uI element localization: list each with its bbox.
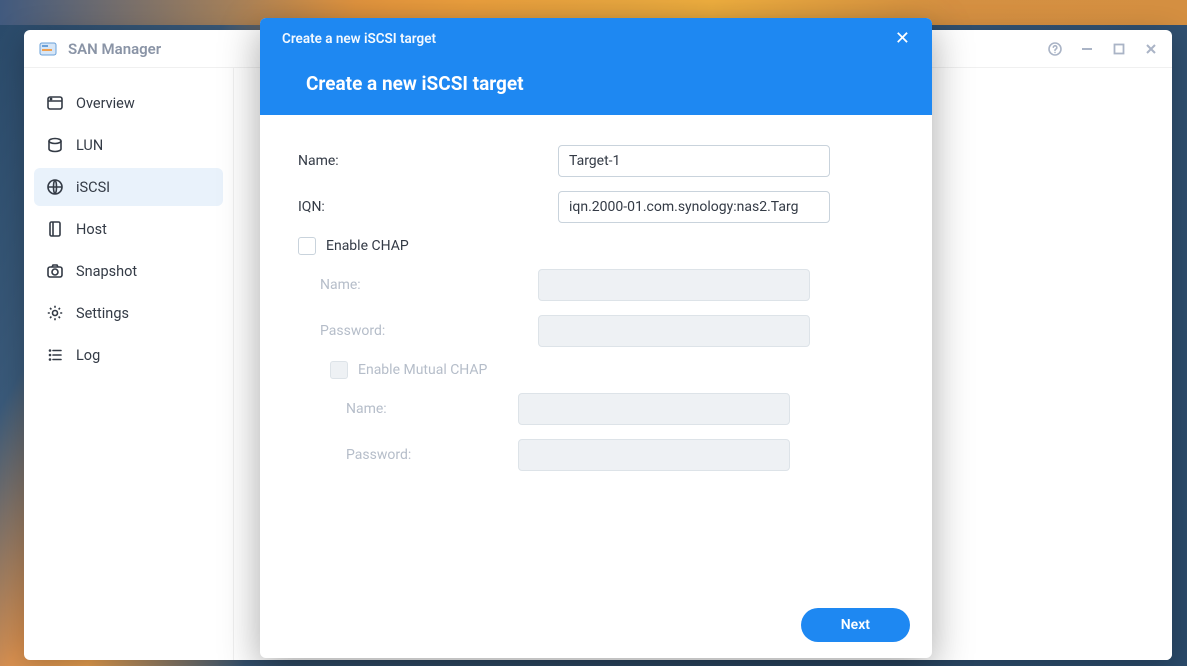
name-input[interactable] bbox=[558, 145, 830, 177]
sidebar-item-label: Host bbox=[76, 221, 107, 238]
sidebar-item-label: iSCSI bbox=[76, 179, 110, 196]
chap-name-input bbox=[538, 269, 810, 301]
sidebar-item-label: Snapshot bbox=[76, 263, 137, 280]
iqn-label: IQN: bbox=[298, 199, 558, 215]
sidebar-item-host[interactable]: Host bbox=[34, 210, 223, 248]
create-iscsi-target-dialog: Create a new iSCSI target ✕ Create a new… bbox=[260, 18, 932, 658]
host-icon bbox=[46, 220, 64, 238]
minimize-icon[interactable] bbox=[1080, 42, 1094, 56]
chap-password-label: Password: bbox=[298, 323, 538, 339]
dialog-footer: Next bbox=[260, 592, 932, 658]
iqn-input[interactable] bbox=[558, 191, 830, 223]
sidebar: Overview LUN iSCSI Host bbox=[24, 68, 234, 660]
dialog-title: Create a new iSCSI target bbox=[282, 72, 910, 95]
sidebar-item-label: Settings bbox=[76, 305, 129, 322]
chap-password-input bbox=[538, 315, 810, 347]
snapshot-icon bbox=[46, 262, 64, 280]
sidebar-item-label: Overview bbox=[76, 95, 135, 112]
log-icon bbox=[46, 346, 64, 364]
sidebar-item-iscsi[interactable]: iSCSI bbox=[34, 168, 223, 206]
maximize-icon[interactable] bbox=[1112, 42, 1126, 56]
mutual-password-label: Password: bbox=[298, 447, 518, 463]
mutual-password-input bbox=[518, 439, 790, 471]
sidebar-item-settings[interactable]: Settings bbox=[34, 294, 223, 332]
name-label: Name: bbox=[298, 153, 558, 169]
close-icon[interactable] bbox=[1144, 42, 1158, 56]
sidebar-item-lun[interactable]: LUN bbox=[34, 126, 223, 164]
sidebar-item-log[interactable]: Log bbox=[34, 336, 223, 374]
dialog-header: Create a new iSCSI target ✕ Create a new… bbox=[260, 18, 932, 115]
help-icon[interactable] bbox=[1048, 42, 1062, 56]
dialog-close-icon[interactable]: ✕ bbox=[895, 30, 910, 48]
app-icon bbox=[38, 39, 58, 59]
dialog-step-label: Create a new iSCSI target bbox=[282, 31, 436, 47]
iscsi-icon bbox=[46, 178, 64, 196]
enable-chap-checkbox[interactable] bbox=[298, 237, 316, 255]
mutual-name-input bbox=[518, 393, 790, 425]
enable-mutual-chap-checkbox bbox=[330, 361, 348, 379]
mutual-name-label: Name: bbox=[298, 401, 518, 417]
next-button[interactable]: Next bbox=[801, 608, 910, 642]
chap-name-label: Name: bbox=[298, 277, 538, 293]
window-title: SAN Manager bbox=[68, 40, 161, 58]
dialog-body: Name: IQN: Enable CHAP Name: Password: E… bbox=[260, 115, 932, 592]
sidebar-item-snapshot[interactable]: Snapshot bbox=[34, 252, 223, 290]
sidebar-item-label: LUN bbox=[76, 137, 103, 154]
enable-chap-label: Enable CHAP bbox=[326, 238, 409, 254]
lun-icon bbox=[46, 136, 64, 154]
overview-icon bbox=[46, 94, 64, 112]
sidebar-item-overview[interactable]: Overview bbox=[34, 84, 223, 122]
sidebar-item-label: Log bbox=[76, 347, 100, 364]
settings-icon bbox=[46, 304, 64, 322]
enable-mutual-chap-label: Enable Mutual CHAP bbox=[358, 362, 487, 378]
